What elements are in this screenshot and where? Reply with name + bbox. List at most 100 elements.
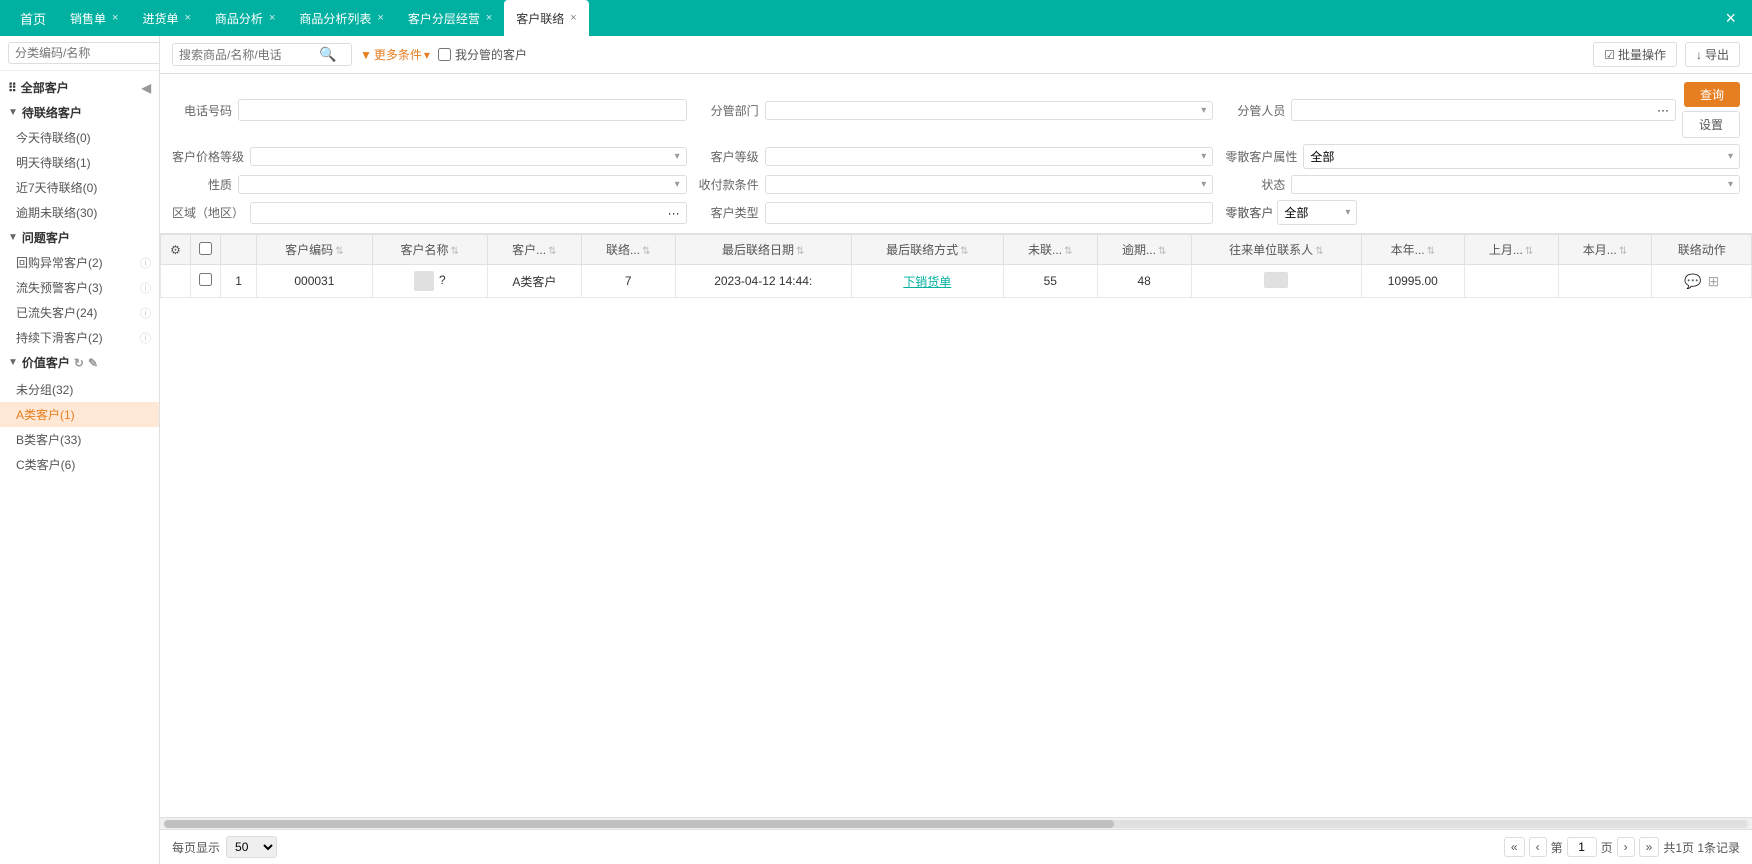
sidebar-item-tomorrow[interactable]: 明天待联络(1) [0,150,159,175]
sidebar-item-churned[interactable]: 已流失客户(24) ⓘ [0,300,159,325]
filter-row-customer-level: 客户等级 ▾ [699,144,1214,169]
table-body: 1 000031 ? A类客户 7 2023-04-12 14:44: 下销货单… [161,265,1752,298]
refresh-icon[interactable]: ↻ [74,356,84,370]
sidebar-item-churn-warning[interactable]: 流失预警客户(3) ⓘ [0,275,159,300]
horizontal-scrollbar[interactable] [160,817,1752,829]
chat-icon[interactable]: 💬 [1684,273,1701,290]
th-last-month[interactable]: 上月...⇅ [1464,235,1558,265]
sidebar-collapse-icon[interactable]: ◀ [142,81,151,95]
nav-purchase[interactable]: 进货单 × [130,0,202,36]
close-all-button[interactable]: × [1717,8,1744,29]
td-contact: 7 [581,265,675,298]
dept-select[interactable]: ▾ [765,101,1214,120]
th-no-contact[interactable]: 未联...⇅ [1003,235,1097,265]
row-checkbox[interactable] [199,273,212,286]
th-contact[interactable]: 联络...⇅ [581,235,675,265]
sidebar-item-class-c[interactable]: C类客户(6) [0,452,159,477]
sort-this-month-icon: ⇅ [1619,246,1627,257]
sidebar-search-area: 🔍 [0,36,159,71]
price-level-select[interactable]: ▾ [250,147,687,166]
th-this-month[interactable]: 本月...⇅ [1558,235,1652,265]
nav-analysis[interactable]: 商品分析 × [203,0,287,36]
td-last-method[interactable]: 下销货单 [851,265,1003,298]
nav-customer-contact-close[interactable]: × [570,12,576,24]
th-name[interactable]: 客户名称⇅ [372,235,487,265]
payment-select[interactable]: ▾ [765,175,1214,194]
person-select[interactable]: ··· [1291,99,1676,121]
nav-home[interactable]: 首页 [8,0,58,36]
nav-sales[interactable]: 销售单 × [58,0,130,36]
phone-input[interactable] [238,99,687,121]
my-customer-filter[interactable]: 我分管的客户 [438,46,527,63]
sidebar-item-today[interactable]: 今天待联络(0) [0,125,159,150]
th-year-amount[interactable]: 本年...⇅ [1362,235,1465,265]
sparse-attr-select[interactable]: 全部 ▾ [1303,144,1740,169]
th-check[interactable] [191,235,221,265]
sidebar-item-abnormal[interactable]: 回购异常客户(2) ⓘ [0,250,159,275]
scroll-track[interactable] [164,820,1748,828]
all-customers-title[interactable]: ⠿ 全部客户 ◀ [0,75,159,100]
td-action: 💬 ⊞ [1652,265,1752,298]
main-search-icon[interactable]: 🔍 [319,46,336,63]
value-group-title[interactable]: ▼ 价值客户 ↻ ✎ [0,350,159,375]
prev-page-button[interactable]: ‹ [1529,837,1547,857]
next-page-button[interactable]: › [1617,837,1635,857]
my-customer-checkbox[interactable] [438,48,451,61]
nav-analysis-close[interactable]: × [269,12,275,24]
nav-customer-segment[interactable]: 客户分层经营 × [396,0,504,36]
td-gear [161,265,191,298]
main-search-box[interactable]: 🔍 [172,43,352,66]
td-check[interactable] [191,265,221,298]
region-select[interactable]: ··· [250,202,687,224]
batch-operation-button[interactable]: ☑ 批量操作 [1593,42,1677,67]
qr-icon[interactable]: ⊞ [1708,273,1720,290]
th-gear[interactable]: ⚙ [161,235,191,265]
nav-purchase-close[interactable]: × [184,12,190,24]
status-select[interactable]: ▾ [1291,175,1740,194]
th-overdue[interactable]: 逾期...⇅ [1097,235,1191,265]
export-button[interactable]: ↓ 导出 [1685,42,1740,67]
filter-bar: 🔍 ▼ 更多条件 ▾ 我分管的客户 ☑ 批量操作 ↓ 导出 [160,36,1752,74]
last-method-link[interactable]: 下销货单 [903,275,951,289]
sidebar-item-ungrouped[interactable]: 未分组(32) [0,377,159,402]
th-level[interactable]: 客户...⇅ [487,235,581,265]
nav-customer-contact[interactable]: 客户联络 × [504,0,588,36]
last-page-button[interactable]: » [1639,837,1660,857]
page-number-input[interactable] [1567,837,1597,857]
first-page-button[interactable]: « [1504,837,1525,857]
more-filter-button[interactable]: ▼ 更多条件 ▾ [360,46,430,63]
query-button[interactable]: 查询 [1684,82,1740,107]
select-all-checkbox[interactable] [199,242,212,255]
filter-row-phone: 电话号码 [172,82,687,138]
edit-icon[interactable]: ✎ [88,356,98,370]
setting-button[interactable]: 设置 [1682,111,1740,138]
sidebar-item-overdue[interactable]: 逾期未联络(30) [0,200,159,225]
sparse-customer-select[interactable]: 全部 ▾ [1277,200,1357,225]
td-name: ? [372,265,487,298]
filter-row-person: 分管人员 ··· 查询 设置 [1225,82,1740,138]
export-icon: ↓ [1696,48,1702,62]
problem-group-title[interactable]: ▼ 问题客户 [0,225,159,250]
sidebar-content: ⠿ 全部客户 ◀ ▼ 待联络客户 今天待联络(0) 明天待联络(1) 近7天待联… [0,71,159,864]
pending-group-title[interactable]: ▼ 待联络客户 [0,100,159,125]
sidebar-item-class-a[interactable]: A类客户(1) [0,402,159,427]
page-size-select[interactable]: 50 20 100 [226,836,277,858]
sidebar-item-7days[interactable]: 近7天待联络(0) [0,175,159,200]
th-code[interactable]: 客户编码⇅ [257,235,372,265]
nav-analysis-list-close[interactable]: × [377,12,383,24]
nature-select[interactable]: ▾ [238,175,687,194]
nav-analysis-list[interactable]: 商品分析列表 × [287,0,395,36]
th-person[interactable]: 往来单位联系人⇅ [1191,235,1361,265]
sort-overdue-icon: ⇅ [1158,246,1166,257]
nav-customer-segment-close[interactable]: × [486,12,492,24]
customer-type-input[interactable] [765,202,1214,224]
customer-level-select[interactable]: ▾ [765,147,1214,166]
main-search-input[interactable] [179,48,319,62]
nav-sales-close[interactable]: × [112,12,118,24]
sidebar-item-class-b[interactable]: B类客户(33) [0,427,159,452]
category-search-input[interactable] [8,42,160,64]
th-last-method[interactable]: 最后联络方式⇅ [851,235,1003,265]
scroll-thumb[interactable] [164,820,1114,828]
th-last-date[interactable]: 最后联络日期⇅ [675,235,851,265]
sidebar-item-declining[interactable]: 持续下滑客户(2) ⓘ [0,325,159,350]
